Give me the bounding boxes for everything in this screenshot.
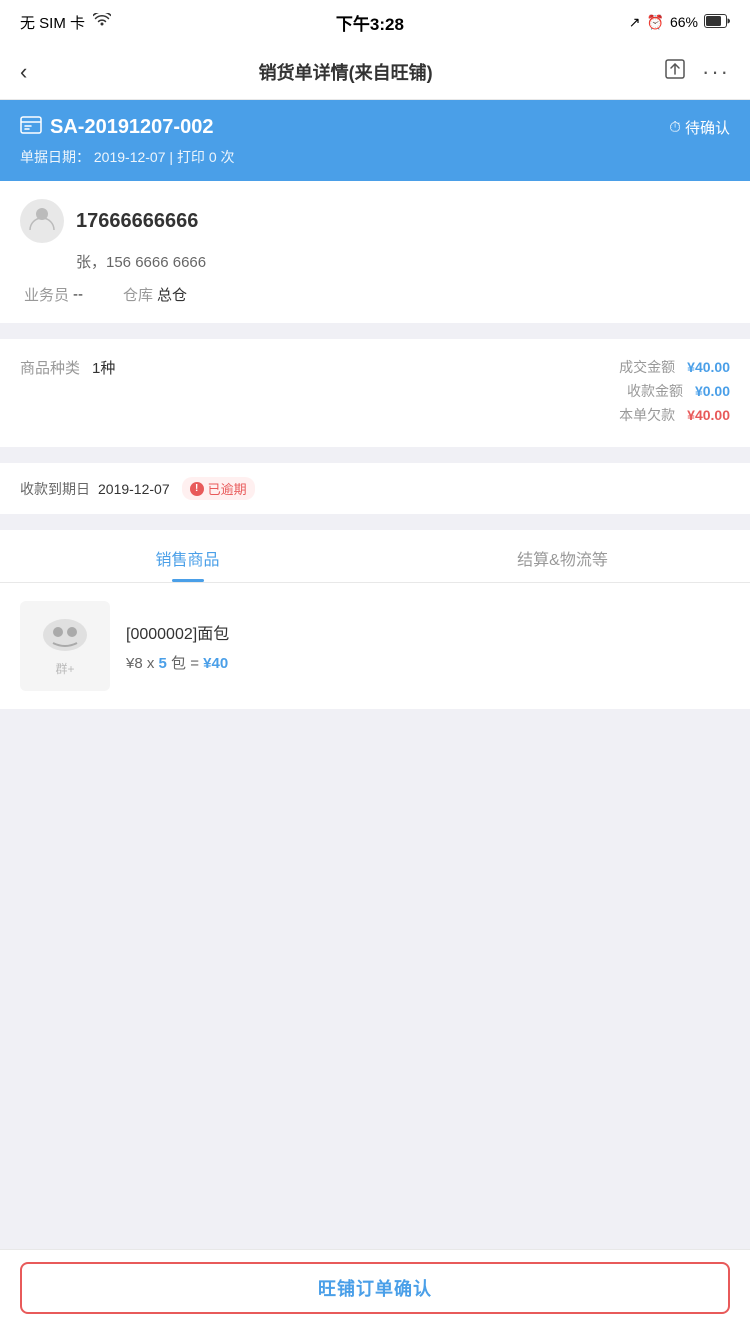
warehouse-value: 总仓 <box>157 284 187 305</box>
product-list: 群+ [0000002]面包 ¥8 x 5 包 = ¥40 <box>0 583 750 709</box>
status-time: 下午3:28 <box>336 10 404 35</box>
warehouse-label: 仓库 <box>123 284 153 305</box>
overdue-badge: ! 已逾期 <box>182 477 255 500</box>
print-text: 打印 0 次 <box>177 149 235 165</box>
equals-sign: = <box>190 655 203 672</box>
nav-actions: ··· <box>664 58 730 85</box>
order-id: SA-20191207-002 <box>50 116 213 139</box>
customer-phone: 17666666666 <box>76 210 198 233</box>
status-left: 无 SIM 卡 <box>20 12 111 33</box>
tab-products-label: 销售商品 <box>155 552 219 569</box>
status-text: 待确认 <box>685 117 730 138</box>
divider-2 <box>0 447 750 455</box>
owed-label: 本单欠款 <box>619 405 675 425</box>
customer-info-row: 业务员 -- 仓库 总仓 <box>20 284 730 305</box>
order-date-row: 单据日期： 2019-12-07 | 打印 0 次 <box>20 147 730 167</box>
due-date-card: 收款到期日 2019-12-07 ! 已逾期 <box>0 463 750 514</box>
back-button[interactable]: ‹ <box>20 59 27 85</box>
amounts-section: 成交金额 ¥40.00 收款金额 ¥0.00 本单欠款 ¥40.00 <box>619 357 730 429</box>
separator: | <box>169 149 177 165</box>
tab-products[interactable]: 销售商品 <box>0 530 375 582</box>
order-status: ⏱ 待确认 <box>669 117 730 138</box>
product-thumbnail: 群+ <box>20 601 110 691</box>
salesperson-label: 业务员 <box>24 284 69 305</box>
summary-card: 商品种类 1种 成交金额 ¥40.00 收款金额 ¥0.00 本单欠款 ¥40.… <box>0 339 750 447</box>
battery-text: 66% <box>670 14 698 30</box>
product-title: 面包 <box>197 626 229 643</box>
overdue-dot-icon: ! <box>190 482 204 496</box>
divider-3 <box>0 514 750 522</box>
more-button[interactable]: ··· <box>702 59 730 85</box>
tabs-container: 销售商品 结算&物流等 <box>0 530 750 583</box>
amount-label: 成交金额 <box>619 357 675 377</box>
order-icon <box>20 116 42 139</box>
product-logo-icon <box>40 615 90 660</box>
divider-1 <box>0 331 750 339</box>
page-title: 销货单详情(来自旺铺) <box>259 59 433 85</box>
due-date-label: 收款到期日 <box>20 479 90 499</box>
customer-avatar <box>20 199 64 243</box>
owed-value: ¥40.00 <box>687 407 730 423</box>
empty-area <box>0 709 750 889</box>
order-date: 2019-12-07 <box>94 149 166 165</box>
status-bar: 无 SIM 卡 下午3:28 ↗ ⏰ 66% <box>0 0 750 44</box>
tab-settlement-label: 结算&物流等 <box>517 552 608 569</box>
overdue-text: 已逾期 <box>208 479 247 498</box>
multiply-icon: x <box>147 655 159 672</box>
product-unit: 包 <box>171 655 186 672</box>
product-quantity: 5 <box>159 655 167 672</box>
bottom-button-container: 旺铺订单确认 <box>0 1249 750 1334</box>
table-row: 群+ [0000002]面包 ¥8 x 5 包 = ¥40 <box>0 583 750 709</box>
confirm-button-label: 旺铺订单确认 <box>318 1275 432 1301</box>
location-icon: ↗ <box>629 14 641 31</box>
product-logo-text: 群+ <box>40 660 90 677</box>
share-button[interactable] <box>664 58 686 85</box>
customer-card: 17666666666 张，156 6666 6666 业务员 -- 仓库 总仓 <box>0 181 750 323</box>
date-label: 单据日期： <box>20 149 90 165</box>
product-name: [0000002]面包 <box>126 620 730 644</box>
order-header-card: SA-20191207-002 ⏱ 待确认 单据日期： 2019-12-07 |… <box>0 100 750 181</box>
bottom-spacer <box>0 889 750 973</box>
wifi-icon <box>93 13 111 31</box>
clock-icon: ⏱ <box>669 119 681 136</box>
status-right: ↗ ⏰ 66% <box>629 14 730 31</box>
amount-value: ¥40.00 <box>687 359 730 375</box>
tab-settlement[interactable]: 结算&物流等 <box>375 530 750 582</box>
received-label: 收款金额 <box>627 381 683 401</box>
received-value: ¥0.00 <box>695 383 730 399</box>
battery-icon <box>704 14 730 31</box>
carrier-text: 无 SIM 卡 <box>20 12 85 33</box>
product-code: [0000002] <box>126 626 197 643</box>
product-total: ¥40 <box>203 655 228 672</box>
customer-name: 张，156 6666 6666 <box>20 251 730 272</box>
avatar-icon <box>28 204 56 239</box>
product-type-label: 商品种类 <box>20 357 80 378</box>
nav-bar: ‹ 销货单详情(来自旺铺) ··· <box>0 44 750 100</box>
confirm-order-button[interactable]: 旺铺订单确认 <box>20 1262 730 1314</box>
product-unit-price: ¥8 <box>126 655 143 672</box>
product-type-value: 1种 <box>92 357 115 378</box>
salesperson-value: -- <box>73 286 83 303</box>
product-price-row: ¥8 x 5 包 = ¥40 <box>126 652 730 673</box>
alarm-icon: ⏰ <box>647 14 664 31</box>
due-date-value: 2019-12-07 <box>98 481 170 497</box>
product-info: [0000002]面包 ¥8 x 5 包 = ¥40 <box>126 620 730 673</box>
